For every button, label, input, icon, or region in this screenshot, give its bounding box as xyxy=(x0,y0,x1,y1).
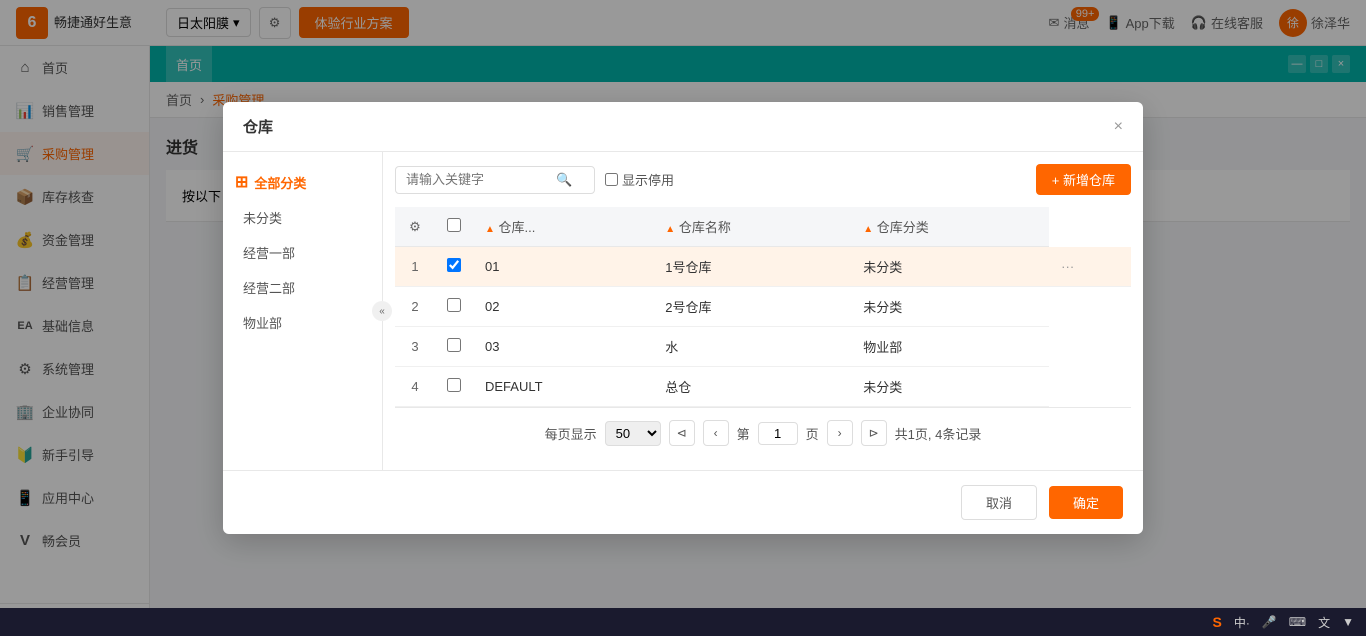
row-category: 物业部 xyxy=(851,327,1049,367)
search-input-wrap: 🔍 xyxy=(395,166,595,194)
status-lang[interactable]: 中· xyxy=(1234,614,1250,631)
row-num: 3 xyxy=(395,327,435,367)
status-bar: S 中· 🎤 ⌨ 文 ▼ xyxy=(0,608,1366,636)
pagination: 每页显示 50 100 ⊲ ‹ 第 页 › ⊳ 共1页, 4条记录 xyxy=(395,407,1131,458)
page-label-pre: 第 xyxy=(737,424,750,443)
modal-footer: 取消 确定 xyxy=(223,470,1143,534)
modal-title: 仓库 xyxy=(243,116,273,137)
show-disabled-checkbox[interactable] xyxy=(605,173,618,186)
category-panel: ⊞ 全部分类 未分类 经营一部 经营二部 物业部 « xyxy=(223,152,383,470)
row-code: 01 xyxy=(473,247,653,287)
per-page-label: 每页显示 xyxy=(545,424,597,443)
per-page-select[interactable]: 50 100 xyxy=(605,421,661,446)
warehouse-list-panel: 🔍 显示停用 + 新增仓库 ⚙ xyxy=(383,152,1143,470)
col-category: ▲ 仓库分类 xyxy=(851,207,1049,247)
settings-col-icon: ⚙ xyxy=(409,219,421,234)
col-settings[interactable]: ⚙ xyxy=(395,207,435,247)
search-bar: 🔍 显示停用 + 新增仓库 xyxy=(395,164,1131,195)
modal-overlay: 仓库 × ⊞ 全部分类 未分类 经营一部 经营二部 物业部 « xyxy=(0,0,1366,636)
row-more-button[interactable]: ··· xyxy=(1049,247,1131,287)
next-page-button[interactable]: › xyxy=(827,420,853,446)
row-checkbox-cell[interactable] xyxy=(435,327,473,367)
warehouse-modal: 仓库 × ⊞ 全部分类 未分类 经营一部 经营二部 物业部 « xyxy=(223,102,1143,534)
row-category: 未分类 xyxy=(851,287,1049,327)
table-row[interactable]: 2 02 2号仓库 未分类 xyxy=(395,287,1131,327)
row-category: 未分类 xyxy=(851,367,1049,407)
table-row[interactable]: 3 03 水 物业部 xyxy=(395,327,1131,367)
status-mic[interactable]: 🎤 xyxy=(1262,615,1277,629)
table-header-row: ⚙ ▲ 仓库... ▲ 仓库名称 ▲ 仓库分类 xyxy=(395,207,1131,247)
row-checkbox[interactable] xyxy=(447,378,461,392)
row-num: 4 xyxy=(395,367,435,407)
row-num: 1 xyxy=(395,247,435,287)
warehouse-table-wrap: ⚙ ▲ 仓库... ▲ 仓库名称 ▲ 仓库分类 1 01 1号仓库 未分类 ··… xyxy=(395,207,1131,407)
category-item-operations2[interactable]: 经营二部 xyxy=(223,270,382,305)
row-checkbox[interactable] xyxy=(447,258,461,272)
category-item-property[interactable]: 物业部 xyxy=(223,305,382,340)
col-checkbox[interactable] xyxy=(435,207,473,247)
row-checkbox-cell[interactable] xyxy=(435,287,473,327)
category-item-operations1[interactable]: 经营一部 xyxy=(223,235,382,270)
table-row[interactable]: 4 DEFAULT 总仓 未分类 xyxy=(395,367,1131,407)
row-checkbox[interactable] xyxy=(447,338,461,352)
warehouse-table: ⚙ ▲ 仓库... ▲ 仓库名称 ▲ 仓库分类 1 01 1号仓库 未分类 ··… xyxy=(395,207,1131,407)
sort-icon-name: ▲ xyxy=(665,224,675,235)
status-text[interactable]: 文 xyxy=(1318,614,1330,631)
cancel-button[interactable]: 取消 xyxy=(961,485,1037,520)
row-name: 1号仓库 xyxy=(653,247,851,287)
row-checkbox[interactable] xyxy=(447,298,461,312)
row-code: DEFAULT xyxy=(473,367,653,407)
search-icon[interactable]: 🔍 xyxy=(556,172,572,188)
modal-header: 仓库 × xyxy=(223,102,1143,152)
table-row[interactable]: 1 01 1号仓库 未分类 ··· xyxy=(395,247,1131,287)
modal-body: ⊞ 全部分类 未分类 经营一部 经营二部 物业部 « 🔍 xyxy=(223,152,1143,470)
page-number-input[interactable] xyxy=(758,422,798,445)
category-item-uncategorized[interactable]: 未分类 xyxy=(223,200,382,235)
status-logo: S xyxy=(1212,614,1221,630)
row-checkbox-cell[interactable] xyxy=(435,367,473,407)
row-name: 水 xyxy=(653,327,851,367)
confirm-button[interactable]: 确定 xyxy=(1049,486,1123,519)
show-disabled-label[interactable]: 显示停用 xyxy=(605,170,674,189)
prev-page-button[interactable]: ‹ xyxy=(703,420,729,446)
select-all-checkbox[interactable] xyxy=(447,218,461,232)
grid-icon: ⊞ xyxy=(235,172,248,192)
row-name: 2号仓库 xyxy=(653,287,851,327)
status-keyboard[interactable]: ⌨ xyxy=(1289,615,1306,629)
row-code: 03 xyxy=(473,327,653,367)
sort-icon: ▲ xyxy=(485,224,495,235)
search-input[interactable] xyxy=(406,172,556,187)
status-arrow: ▼ xyxy=(1342,615,1354,629)
last-page-button[interactable]: ⊳ xyxy=(861,420,887,446)
add-warehouse-button[interactable]: + 新增仓库 xyxy=(1036,164,1131,195)
row-name: 总仓 xyxy=(653,367,851,407)
first-page-button[interactable]: ⊲ xyxy=(669,420,695,446)
sort-icon-cat: ▲ xyxy=(863,224,873,235)
modal-close-button[interactable]: × xyxy=(1114,118,1123,136)
panel-collapse-button[interactable]: « xyxy=(372,301,392,321)
col-name: ▲ 仓库名称 xyxy=(653,207,851,247)
row-code: 02 xyxy=(473,287,653,327)
col-code: ▲ 仓库... xyxy=(473,207,653,247)
row-num: 2 xyxy=(395,287,435,327)
page-label: 页 xyxy=(806,424,819,443)
total-info: 共1页, 4条记录 xyxy=(895,424,982,443)
row-category: 未分类 xyxy=(851,247,1049,287)
all-categories-header[interactable]: ⊞ 全部分类 xyxy=(223,164,382,200)
row-checkbox-cell[interactable] xyxy=(435,247,473,287)
